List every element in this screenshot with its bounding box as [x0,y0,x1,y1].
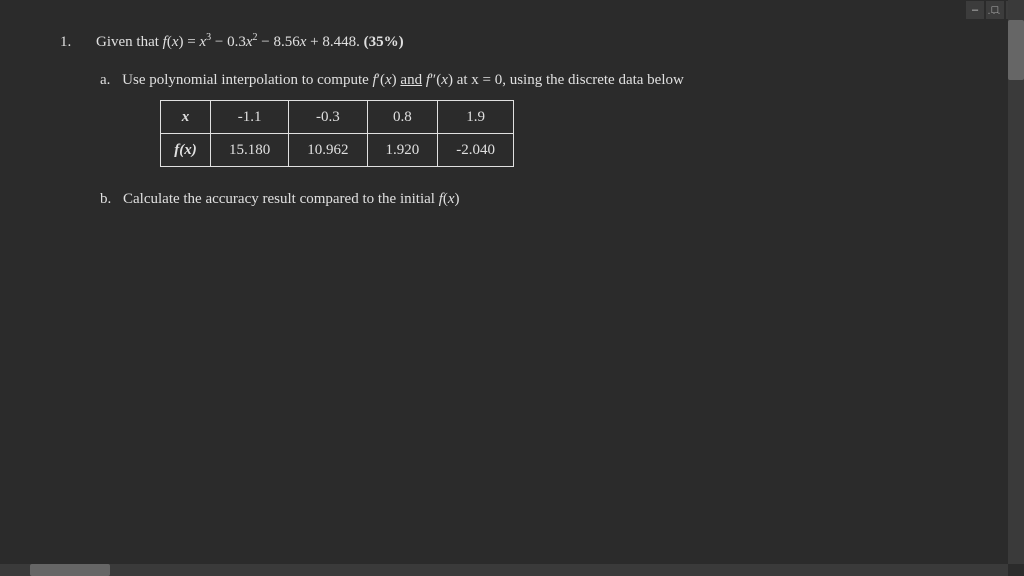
f-prime: f [373,72,377,88]
table-header-col3: 0.8 [367,101,438,134]
part-a-label: a. [100,68,110,92]
func-var: x [172,34,179,50]
part-b-fx: f [439,191,443,207]
table-header-col2: -0.3 [289,101,367,134]
question-1-header: 1. Given that f(x) = x3 − 0.3x2 − 8.56x … [60,30,1004,54]
part-a-content: Use polynomial interpolation to compute … [122,72,684,88]
table-row-label: f(x) [161,134,211,167]
table-cell-2: 10.962 [289,134,367,167]
data-table: x -1.1 -0.3 0.8 1.9 f(x) 15.180 10.962 1… [160,100,514,167]
and-word: and [400,72,422,88]
func-var3: x [246,34,253,50]
main-content: 1. Given that f(x) = x3 − 0.3x2 − 8.56x … [60,30,1004,546]
table-cell-4: -2.040 [438,134,514,167]
question-intro: Given that [96,34,159,50]
table-data-row: f(x) 15.180 10.962 1.920 -2.040 [161,134,514,167]
table-header-row: x -1.1 -0.3 0.8 1.9 [161,101,514,134]
part-a-at: at x = 0, using the discrete data below [457,72,684,88]
question-text: Given that f(x) = x3 − 0.3x2 − 8.56x + 8… [96,30,404,54]
table-cell-3: 1.920 [367,134,438,167]
part-b-label: b. [100,187,111,211]
ellipsis-dots: ... [988,3,1003,18]
table-header-col4: 1.9 [438,101,514,134]
part-a-text: Use polynomial interpolation to compute [122,72,369,88]
func-var4: x [300,34,307,50]
part-b-text: Calculate the accuracy result compared t… [123,191,435,207]
f-double-prime: f [426,72,430,88]
minimize-button[interactable]: – [966,1,984,19]
question-number: 1. [60,30,80,54]
table-cell-1: 15.180 [211,134,289,167]
part-b: b. Calculate the accuracy result compare… [100,187,1004,211]
x-var1: x [385,72,392,88]
part-b-x: x [448,191,455,207]
x-var2: x [441,72,448,88]
vertical-scrollbar[interactable] [1008,0,1024,564]
table-header-x: x [161,101,211,134]
horizontal-scrollbar[interactable] [0,564,1008,576]
vertical-scrollbar-thumb[interactable] [1008,20,1024,80]
table-header-col1: -1.1 [211,101,289,134]
part-a: a. Use polynomial interpolation to compu… [100,68,1004,167]
question-weight: (35%) [364,34,404,50]
horizontal-scrollbar-thumb[interactable] [30,564,110,576]
question-function: f [163,34,167,50]
